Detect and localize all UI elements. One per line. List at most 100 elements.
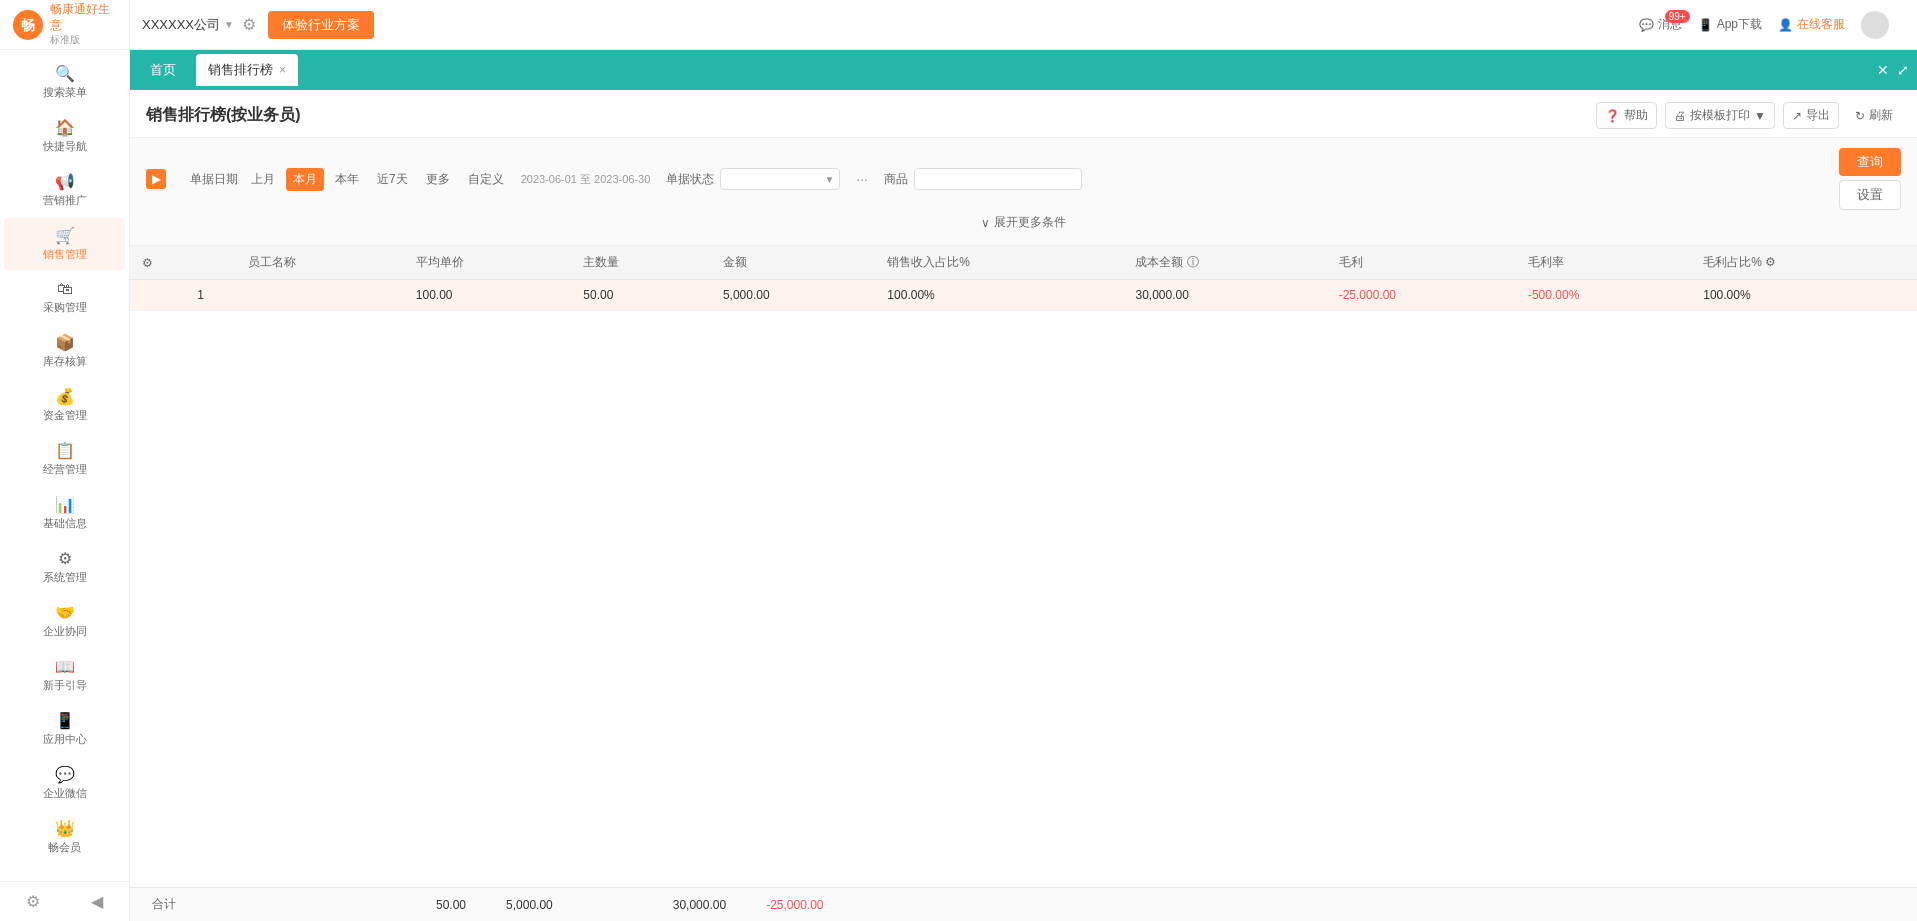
sidebar-item-finance[interactable]: 💰资金管理 (4, 379, 125, 431)
company-selector[interactable]: XXXXXX公司 ▼ (142, 16, 234, 34)
topbar-settings-icon[interactable]: ⚙ (242, 15, 256, 34)
sidebar-item-member[interactable]: 👑 畅会员 (4, 811, 125, 863)
sidebar-item-inventory[interactable]: 📦库存核算 (4, 325, 125, 377)
window-maximize-icon[interactable]: ⤢ (1897, 62, 1909, 78)
date-prev-btn[interactable]: 上月 (244, 168, 282, 191)
sidebar-item-sales[interactable]: 🛒销售管理 (4, 218, 125, 270)
tab-close-icon[interactable]: × (279, 63, 286, 77)
col-cost: 成本全额 ⓘ (1123, 246, 1326, 280)
data-table: ⚙ 员工名称 平均单价 主数量 金额 销售收入占比% 成本全额 ⓘ 毛利 毛利率… (130, 246, 1917, 311)
filter-toggle-arrow[interactable]: ▶ (146, 169, 166, 189)
sidebar-item-basic[interactable]: 📊基础信息 (4, 487, 125, 539)
sidebar-label-sales: 销售管理 (43, 247, 87, 262)
cell-gross: -25,000.00 (1327, 280, 1516, 311)
footer-gross: -25,000.00 (746, 898, 843, 912)
date-cur-btn[interactable]: 本月 (286, 168, 324, 191)
status-label: 单据状态 (666, 171, 714, 188)
window-close-icon[interactable]: ✕ (1877, 62, 1889, 78)
sidebar-item-search[interactable]: 🔍 搜索菜单 (4, 56, 125, 108)
sidebar-item-wechat[interactable]: 💬 企业微信 (4, 757, 125, 809)
app-label: App下载 (1717, 16, 1762, 33)
sidebar-icon-member: 👑 (55, 819, 75, 838)
sidebar-label-wechat: 企业微信 (43, 786, 87, 801)
sidebar-icon-search: 🔍 (55, 64, 75, 83)
sidebar-item-marketing[interactable]: 📢营销推广 (4, 164, 125, 216)
goods-input[interactable] (914, 168, 1082, 190)
service-icon: 👤 (1778, 18, 1793, 32)
print-btn[interactable]: 🖨 按模板打印 ▼ (1665, 102, 1775, 129)
table-row: 1 100.00 50.00 5,000.00 100.00% 30,000.0… (130, 280, 1917, 311)
query-btn[interactable]: 查询 (1839, 148, 1901, 176)
sidebar-settings-icon[interactable]: ⚙ (26, 892, 40, 911)
table-area: ⚙ 员工名称 平均单价 主数量 金额 销售收入占比% 成本全额 ⓘ 毛利 毛利率… (130, 246, 1917, 887)
sidebar-item-apps[interactable]: 📱应用中心 (4, 703, 125, 755)
logo-icon: 畅 (12, 9, 44, 41)
date-custom-btn[interactable]: 自定义 (461, 168, 511, 191)
avatar[interactable] (1861, 11, 1889, 39)
filter-settings-btn[interactable]: 设置 (1839, 180, 1901, 210)
sidebar-label-inventory: 库存核算 (43, 354, 87, 369)
trial-btn[interactable]: 体验行业方案 (268, 11, 374, 39)
filter-area: ▶ 单据日期 上月 本月 本年 近7天 更多 自定义 2023-06-01 至 … (130, 138, 1917, 246)
table-header: ⚙ 员工名称 平均单价 主数量 金额 销售收入占比% 成本全额 ⓘ 毛利 毛利率… (130, 246, 1917, 280)
sidebar-label-member: 畅会员 (48, 840, 81, 855)
message-icon: 💬 (1639, 18, 1654, 32)
help-icon: ❓ (1605, 109, 1620, 123)
sidebar-item-guide[interactable]: 📖新手引导 (4, 649, 125, 701)
content-area: 销售排行榜(按业务员) ❓ 帮助 🖨 按模板打印 ▼ ↗ 导出 (130, 90, 1917, 921)
sidebar-item-purchase[interactable]: 🛍 采购管理 (4, 272, 125, 323)
filter-expand-btn[interactable]: ∨ 展开更多条件 (146, 210, 1901, 235)
sidebar-icon-wechat: 💬 (55, 765, 75, 784)
sidebar: 畅 畅康通好生意 标准版 🔍 搜索菜单 🏠快捷导航📢营销推广🛒销售管理 🛍 采购管理 📦库… (0, 0, 130, 921)
sidebar-footer: ⚙ ◀ (0, 881, 129, 921)
sidebar-item-enterprise[interactable]: 🤝企业协同 (4, 595, 125, 647)
date-7days-btn[interactable]: 近7天 (370, 168, 415, 191)
sidebar-logo: 畅 畅康通好生意 标准版 (0, 0, 129, 50)
col-gross-rate: 毛利率 (1516, 246, 1691, 280)
service-btn[interactable]: 👤 在线客服 (1778, 16, 1845, 33)
sidebar-collapse-icon[interactable]: ◀ (91, 892, 103, 911)
footer-amount: 5,000.00 (486, 898, 573, 912)
col-settings-icon[interactable]: ⚙ (130, 246, 165, 280)
cell-sales-ratio: 100.00% (875, 280, 1123, 311)
sidebar-label-search: 搜索菜单 (43, 85, 87, 100)
status-filter: 单据状态 ▼ (666, 168, 840, 190)
sidebar-item-system[interactable]: ⚙系统管理 (4, 541, 125, 593)
app-download-btn[interactable]: 📱 App下载 (1698, 16, 1762, 33)
sidebar-label-purchase: 采购管理 (43, 300, 87, 315)
cell-employee (236, 280, 403, 311)
export-btn[interactable]: ↗ 导出 (1783, 102, 1839, 129)
sidebar-label-basic: 基础信息 (43, 516, 87, 531)
company-name: XXXXXX公司 (142, 16, 220, 34)
main-area: XXXXXX公司 ▼ ⚙ 体验行业方案 💬 消息 99+ 📱 App下载 👤 在… (130, 0, 1917, 921)
page-title: 销售排行榜(按业务员) (146, 105, 301, 126)
filter-more-dots[interactable]: ··· (856, 171, 868, 187)
tab-sales-ranking[interactable]: 销售排行榜 × (196, 54, 298, 86)
tab-home[interactable]: 首页 (134, 50, 192, 90)
sidebar-icon-enterprise: 🤝 (55, 603, 75, 622)
sidebar-item-shortcut[interactable]: 🏠快捷导航 (4, 110, 125, 162)
help-btn[interactable]: ❓ 帮助 (1596, 102, 1657, 129)
cell-avg-price: 100.00 (404, 280, 571, 311)
date-more-btn[interactable]: 更多 (419, 168, 457, 191)
filter-row: ▶ 单据日期 上月 本月 本年 近7天 更多 自定义 2023-06-01 至 … (146, 148, 1901, 210)
refresh-btn[interactable]: ↻ 刷新 (1847, 103, 1901, 128)
date-filter: 单据日期 上月 本月 本年 近7天 更多 自定义 2023-06-01 至 20… (190, 168, 650, 191)
app-icon: 📱 (1698, 18, 1713, 32)
table-footer: 合计 50.00 5,000.00 30,000.00 -25,000.00 (130, 887, 1917, 921)
sidebar-item-operation[interactable]: 📋经营管理 (4, 433, 125, 485)
sidebar-icon-guide: 📖 (55, 657, 75, 676)
sidebar-icon-purchase: 🛍 (57, 280, 73, 298)
expand-chevron-icon: ∨ (981, 216, 990, 230)
col-rank (165, 246, 236, 280)
company-dropdown-icon: ▼ (224, 19, 234, 30)
message-btn[interactable]: 💬 消息 99+ (1639, 16, 1682, 33)
date-year-btn[interactable]: 本年 (328, 168, 366, 191)
service-label: 在线客服 (1797, 16, 1845, 33)
status-select[interactable] (720, 168, 840, 190)
date-range-display: 2023-06-01 至 2023-06-30 (521, 172, 651, 187)
date-buttons: 上月 本月 本年 近7天 更多 自定义 (244, 168, 511, 191)
export-icon: ↗ (1792, 109, 1802, 123)
tabbar-right: ✕ ⤢ (1877, 62, 1917, 78)
cell-gross-ratio: 100.00% (1691, 280, 1917, 311)
